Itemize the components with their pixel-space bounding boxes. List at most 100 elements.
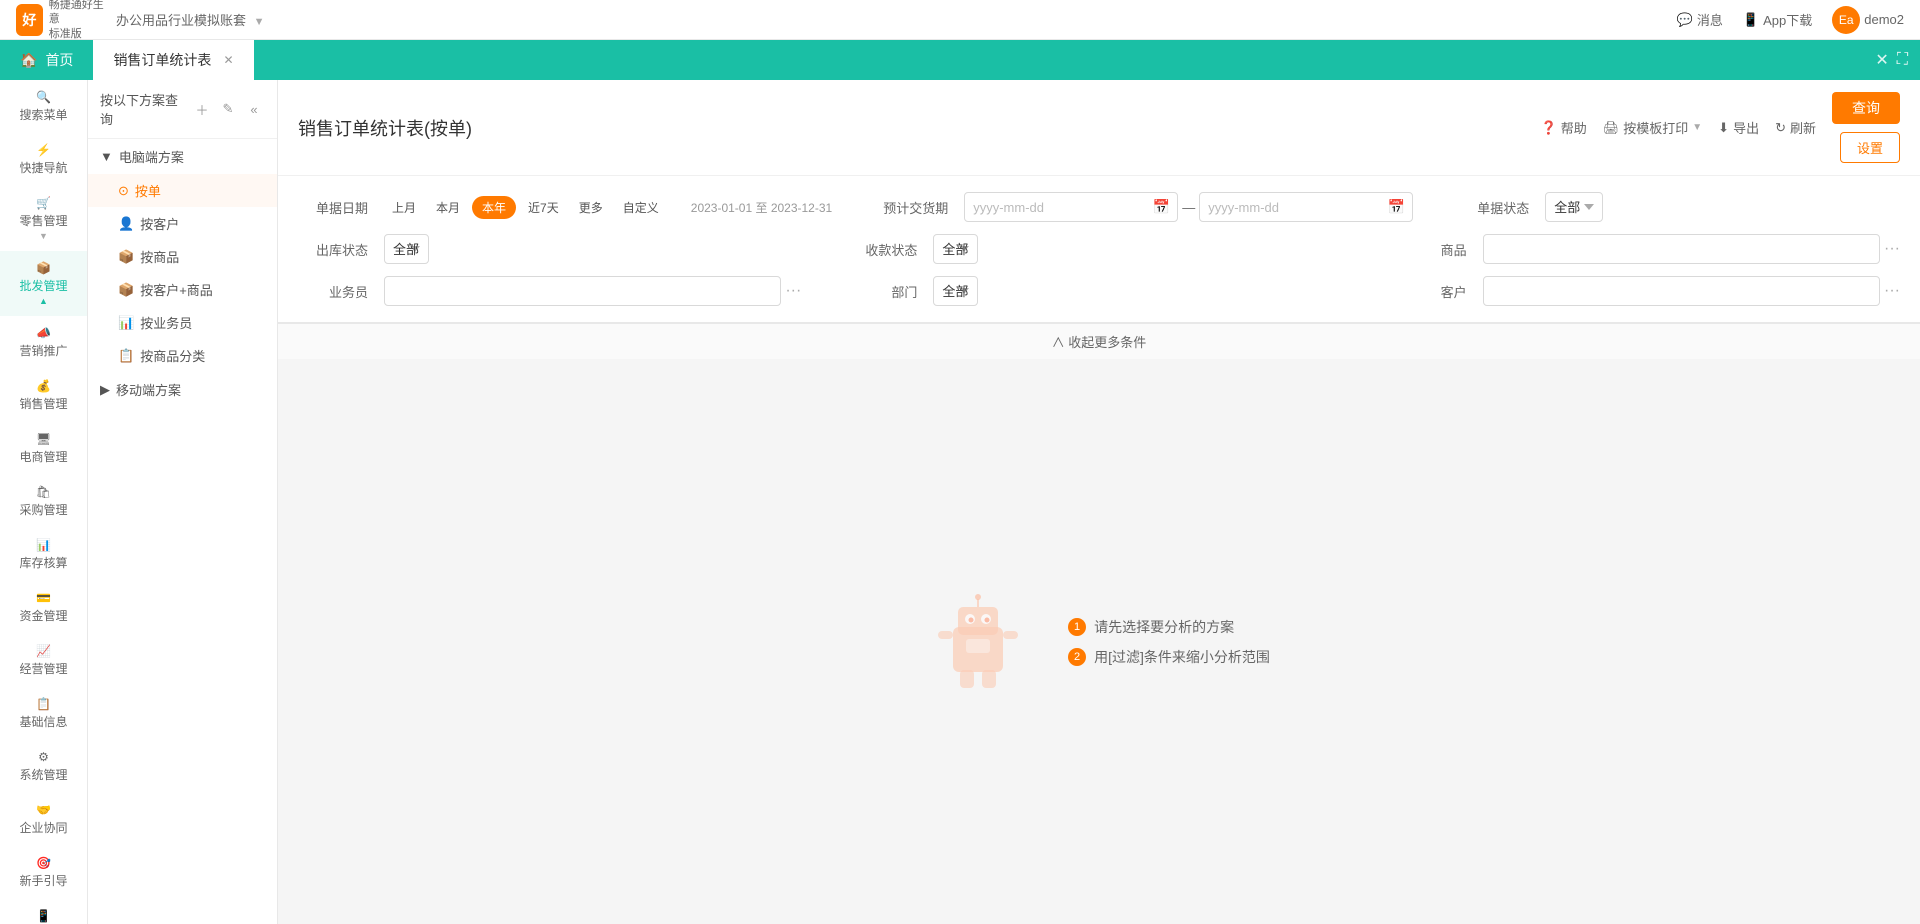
refresh-icon: ↻ bbox=[1775, 120, 1786, 136]
template-print-btn[interactable]: 🖨 按模板打印 ▼ bbox=[1603, 118, 1702, 137]
scheme-section-pc-title[interactable]: ▼ 电脑端方案 bbox=[88, 139, 277, 174]
help-btn[interactable]: ❓ 帮助 bbox=[1541, 118, 1587, 137]
right-panel: 销售订单统计表(按单) ❓ 帮助 🖨 按模板打印 ▼ ⬇ 导出 bbox=[278, 80, 1920, 924]
section-expand-icon: ▼ bbox=[100, 149, 113, 164]
sidebar-item-sales[interactable]: 💰 销售管理 bbox=[0, 369, 87, 422]
query-button[interactable]: 查询 bbox=[1832, 92, 1900, 124]
scheme-section-mobile: ▶ 移动端方案 bbox=[88, 372, 277, 407]
status-select[interactable]: 全部 待审核 已审核 已关闭 bbox=[1545, 192, 1603, 222]
sidebar-item-ecommerce[interactable]: 🖥 电商管理 bbox=[0, 422, 87, 475]
sidebar-search[interactable]: 🔍 搜索菜单 bbox=[0, 80, 87, 133]
status-select-wrap: 全部 待审核 已审核 已关闭 bbox=[1545, 192, 1900, 222]
dept-select-wrap: 全部 bbox=[933, 276, 1350, 306]
collapse-bar-label: ∧ 收起更多条件 bbox=[1052, 335, 1147, 350]
empty-state-container: 1 请先选择要分析的方案 2 用[过滤]条件来缩小分析范围 bbox=[928, 587, 1270, 697]
by-category-icon: 📋 bbox=[118, 348, 134, 364]
retail-icon: 🛒 bbox=[36, 196, 51, 210]
avatar: Ea bbox=[1832, 6, 1860, 34]
out-status-select[interactable]: 全部 bbox=[384, 234, 429, 264]
date-more-btn[interactable]: 更多 bbox=[571, 196, 611, 219]
scheme-item-by-order[interactable]: ⊙ 按单 bbox=[88, 174, 277, 207]
date-dash: — bbox=[1182, 200, 1195, 215]
expected-date-end-input[interactable] bbox=[1199, 192, 1413, 222]
scheme-item-by-customer-goods[interactable]: 📦 按客户+商品 bbox=[88, 273, 277, 306]
sidebar-item-newguide[interactable]: 🎯 新手引导 bbox=[0, 846, 87, 899]
customer-dots-btn[interactable]: ··· bbox=[1884, 282, 1900, 300]
scheme-item-by-goods[interactable]: 📦 按商品 bbox=[88, 240, 277, 273]
date-last-month-btn[interactable]: 上月 bbox=[384, 196, 424, 219]
empty-robot-illustration bbox=[928, 587, 1028, 697]
scheme-item-by-salesman[interactable]: 📊 按业务员 bbox=[88, 306, 277, 339]
empty-hint-1: 1 请先选择要分析的方案 bbox=[1068, 617, 1234, 637]
salesman-dots-btn[interactable]: ··· bbox=[785, 282, 801, 300]
goods-label: 商品 bbox=[1397, 240, 1467, 259]
salesman-input[interactable] bbox=[384, 276, 781, 306]
date-range-text: 2023-01-01 至 2023-12-31 bbox=[691, 199, 832, 216]
customer-input[interactable] bbox=[1483, 276, 1880, 306]
operation-icon: 📈 bbox=[36, 644, 51, 658]
empty-state-hints: 1 请先选择要分析的方案 2 用[过滤]条件来缩小分析范围 bbox=[1068, 617, 1270, 667]
date-this-year-btn[interactable]: 本年 bbox=[472, 196, 516, 219]
sidebar-item-appcenter[interactable]: 📱 应用中心 bbox=[0, 899, 87, 924]
hint-num-2: 2 bbox=[1068, 648, 1086, 666]
status-label: 单据状态 bbox=[1459, 198, 1529, 217]
date-this-month-btn[interactable]: 本月 bbox=[428, 196, 468, 219]
scheme-item-by-category[interactable]: 📋 按商品分类 bbox=[88, 339, 277, 372]
calendar-icon-end: 📅 bbox=[1388, 199, 1405, 216]
sidebar-quicknav[interactable]: ⚡ 快捷导航 bbox=[0, 133, 87, 186]
goods-input[interactable] bbox=[1483, 234, 1880, 264]
filter-area: 单据日期 上月 本月 本年 近7天 更多 自定义 2023-01-01 至 20… bbox=[278, 176, 1920, 323]
left-panel-title: 按以下方案查询 bbox=[100, 90, 185, 128]
customer-input-wrap: ··· bbox=[1483, 276, 1900, 306]
app-download-btn[interactable]: 📱 App下载 bbox=[1743, 10, 1812, 29]
receive-status-select[interactable]: 全部 bbox=[933, 234, 978, 264]
scheme-edit-btn[interactable]: ✎ bbox=[217, 98, 239, 120]
system-icon: ⚙ bbox=[38, 750, 49, 764]
logo-text: 畅捷通好生意 标准版 bbox=[49, 0, 104, 41]
scheme-collapse-btn[interactable]: « bbox=[243, 98, 265, 120]
refresh-btn[interactable]: ↻ 刷新 bbox=[1775, 118, 1816, 137]
tab-expand-btn[interactable]: ⛶ bbox=[1897, 51, 1908, 69]
top-bar-title: 办公用品行业模拟账套 ▼ bbox=[116, 10, 1665, 29]
ecommerce-icon: 🖥 bbox=[36, 432, 51, 446]
settings-button[interactable]: 设置 bbox=[1840, 132, 1900, 163]
tab-bar: 🏠 首页 销售订单统计表 ✕ ✕ ⛶ bbox=[0, 40, 1920, 80]
receive-status-wrap: 全部 bbox=[933, 234, 1350, 264]
sidebar-item-system[interactable]: ⚙ 系统管理 bbox=[0, 740, 87, 793]
by-order-icon: ⊙ bbox=[118, 183, 129, 199]
sidebar-item-retail[interactable]: 🛒 零售管理 ▼ bbox=[0, 186, 87, 251]
sidebar-item-enterprise[interactable]: 🤝 企业协同 bbox=[0, 793, 87, 846]
out-status-label: 出库状态 bbox=[298, 240, 368, 259]
tab-close-window-btn[interactable]: ✕ bbox=[1875, 50, 1888, 70]
enterprise-icon: 🤝 bbox=[36, 803, 51, 817]
date-label: 单据日期 bbox=[298, 198, 368, 217]
empty-hint-2: 2 用[过滤]条件来缩小分析范围 bbox=[1068, 647, 1270, 667]
hint-text-1: 请先选择要分析的方案 bbox=[1094, 617, 1234, 637]
page-header: 销售订单统计表(按单) ❓ 帮助 🖨 按模板打印 ▼ ⬇ 导出 bbox=[278, 80, 1920, 176]
date-7days-btn[interactable]: 近7天 bbox=[520, 196, 567, 219]
tab-close-btn[interactable]: ✕ bbox=[223, 53, 233, 67]
scheme-add-btn[interactable]: ＋ bbox=[191, 98, 213, 120]
export-btn[interactable]: ⬇ 导出 bbox=[1718, 118, 1759, 137]
date-custom-btn[interactable]: 自定义 bbox=[615, 196, 667, 219]
sidebar-item-basic[interactable]: 📋 基础信息 bbox=[0, 687, 87, 740]
sidebar-item-marketing[interactable]: 📣 营销推广 bbox=[0, 316, 87, 369]
scheme-item-by-customer[interactable]: 👤 按客户 bbox=[88, 207, 277, 240]
sidebar-item-finance[interactable]: 💳 资金管理 bbox=[0, 581, 87, 634]
tab-sales-stats[interactable]: 销售订单统计表 ✕ bbox=[93, 40, 253, 80]
sidebar-item-operation[interactable]: 📈 经营管理 bbox=[0, 634, 87, 687]
goods-dots-btn[interactable]: ··· bbox=[1884, 240, 1900, 258]
collapse-bar[interactable]: ∧ 收起更多条件 bbox=[278, 323, 1920, 359]
sidebar-item-purchase[interactable]: 🛍 采购管理 bbox=[0, 475, 87, 528]
scheme-section-mobile-title[interactable]: ▶ 移动端方案 bbox=[88, 372, 277, 407]
dept-select[interactable]: 全部 bbox=[933, 276, 978, 306]
sidebar-item-wholesale[interactable]: 📦 批发管理 ▲ bbox=[0, 251, 87, 316]
expected-date-label: 预计交货期 bbox=[878, 198, 948, 217]
expected-date-start-input[interactable] bbox=[964, 192, 1178, 222]
tab-home[interactable]: 🏠 首页 bbox=[0, 40, 93, 80]
export-icon: ⬇ bbox=[1718, 120, 1729, 136]
title-dropdown-btn[interactable]: ▼ bbox=[254, 16, 265, 28]
user-area[interactable]: Ea demo2 bbox=[1832, 6, 1904, 34]
message-btn[interactable]: 💬 消息 bbox=[1677, 10, 1723, 29]
sidebar-item-inventory[interactable]: 📊 库存核算 bbox=[0, 528, 87, 581]
